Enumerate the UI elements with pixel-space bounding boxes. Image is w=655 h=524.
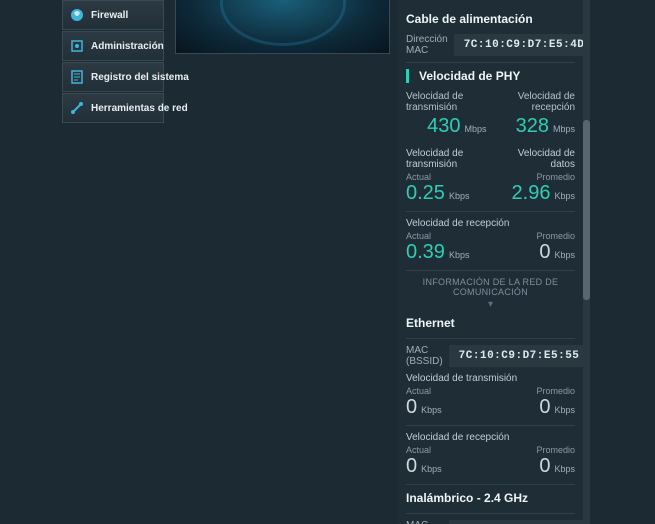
label-promedio: Promedio <box>536 386 575 396</box>
eth-tx-avg: 0 <box>539 396 550 419</box>
section-title-wifi24: Inalámbrico - 2.4 GHz <box>406 491 575 505</box>
sidebar: Firewall Administración Registro del sis… <box>62 0 164 124</box>
phy-tx-value: 430 <box>427 115 460 138</box>
sidebar-item-label: Firewall <box>91 10 128 21</box>
divider <box>406 211 575 212</box>
unit-kbps: Kbps <box>554 250 575 260</box>
section-title-phy: Velocidad de PHY <box>406 69 575 83</box>
divider <box>406 425 575 426</box>
divider <box>406 270 575 271</box>
sidebar-item-label: Administración <box>91 41 164 52</box>
eth-rx-title: Velocidad de recepción <box>406 432 575 443</box>
data-rx-actual: 0.39 <box>406 241 445 264</box>
sidebar-item-admin[interactable]: Administración <box>62 31 164 61</box>
scrollbar-thumb[interactable] <box>583 120 590 300</box>
admin-icon <box>69 38 85 54</box>
data-speed-label: Velocidad de datos <box>502 148 575 170</box>
unit-kbps: Kbps <box>421 464 442 474</box>
unit-kbps: Kbps <box>554 464 575 474</box>
unit-kbps: Kbps <box>449 191 470 201</box>
label-promedio: Promedio <box>536 172 575 182</box>
sidebar-item-syslog[interactable]: Registro del sistema <box>62 62 164 92</box>
section-title-ethernet: Ethernet <box>406 316 575 330</box>
phy-rx-value: 328 <box>516 115 549 138</box>
sidebar-item-label: Registro del sistema <box>91 72 189 83</box>
eth-rx-actual: 0 <box>406 455 417 478</box>
eth-rx-avg: 0 <box>539 455 550 478</box>
com-info-label: INFORMACIÓN DE LA RED DE COMUNICACIÓN <box>406 277 575 297</box>
label-promedio: Promedio <box>536 231 575 241</box>
divider <box>406 484 575 485</box>
sidebar-item-label: Herramientas de red <box>91 103 188 114</box>
label-actual: Actual <box>406 231 431 241</box>
phy-rx-label: Velocidad de recepción <box>495 91 576 113</box>
mac-value-power: 7C:10:C9:D7:E5:4D <box>454 34 583 56</box>
data-rx-avg: 0 <box>539 241 550 264</box>
eth-tx-title: Velocidad de transmisión <box>406 373 575 384</box>
syslog-icon <box>69 69 85 85</box>
data-tx-avg: 2.96 <box>512 182 551 205</box>
unit-kbps: Kbps <box>449 250 470 260</box>
unit-mbps: Mbps <box>553 124 575 134</box>
device-image <box>175 0 390 54</box>
eth-tx-actual: 0 <box>406 396 417 419</box>
data-rx-title: Velocidad de recepción <box>406 218 575 229</box>
phy-tx-label: Velocidad de transmisión <box>406 91 487 113</box>
unit-kbps: Kbps <box>554 191 575 201</box>
divider <box>406 513 575 514</box>
mac-label: Dirección MAC <box>406 34 448 56</box>
sidebar-item-nettools[interactable]: Herramientas de red <box>62 93 164 123</box>
mac-value-wifi: 7C:10:C9:D7:E5:50 <box>449 520 583 524</box>
unit-kbps: Kbps <box>421 405 442 415</box>
label-actual: Actual <box>406 386 431 396</box>
section-title-power: Cable de alimentación <box>406 12 575 26</box>
mac-value-eth: 7C:10:C9:D7:E5:55 <box>449 345 583 367</box>
detail-panel: Cable de alimentación Dirección MAC 7C:1… <box>398 0 583 524</box>
label-actual: Actual <box>406 445 431 455</box>
divider <box>406 62 575 63</box>
mac-bssid-label: MAC (BSSID) <box>406 520 443 524</box>
nettools-icon <box>69 100 85 116</box>
divider <box>406 338 575 339</box>
unit-mbps: Mbps <box>464 124 486 134</box>
label-promedio: Promedio <box>536 445 575 455</box>
mac-bssid-label: MAC (BSSID) <box>406 345 443 367</box>
unit-kbps: Kbps <box>554 405 575 415</box>
sidebar-item-firewall[interactable]: Firewall <box>62 0 164 30</box>
data-tx-actual: 0.25 <box>406 182 445 205</box>
label-actual: Actual <box>406 172 431 182</box>
scrollbar[interactable] <box>583 0 590 524</box>
data-tx-title: Velocidad de transmisión <box>406 148 502 170</box>
firewall-icon <box>69 7 85 23</box>
chevron-down-icon[interactable]: ▾ <box>406 299 575 310</box>
